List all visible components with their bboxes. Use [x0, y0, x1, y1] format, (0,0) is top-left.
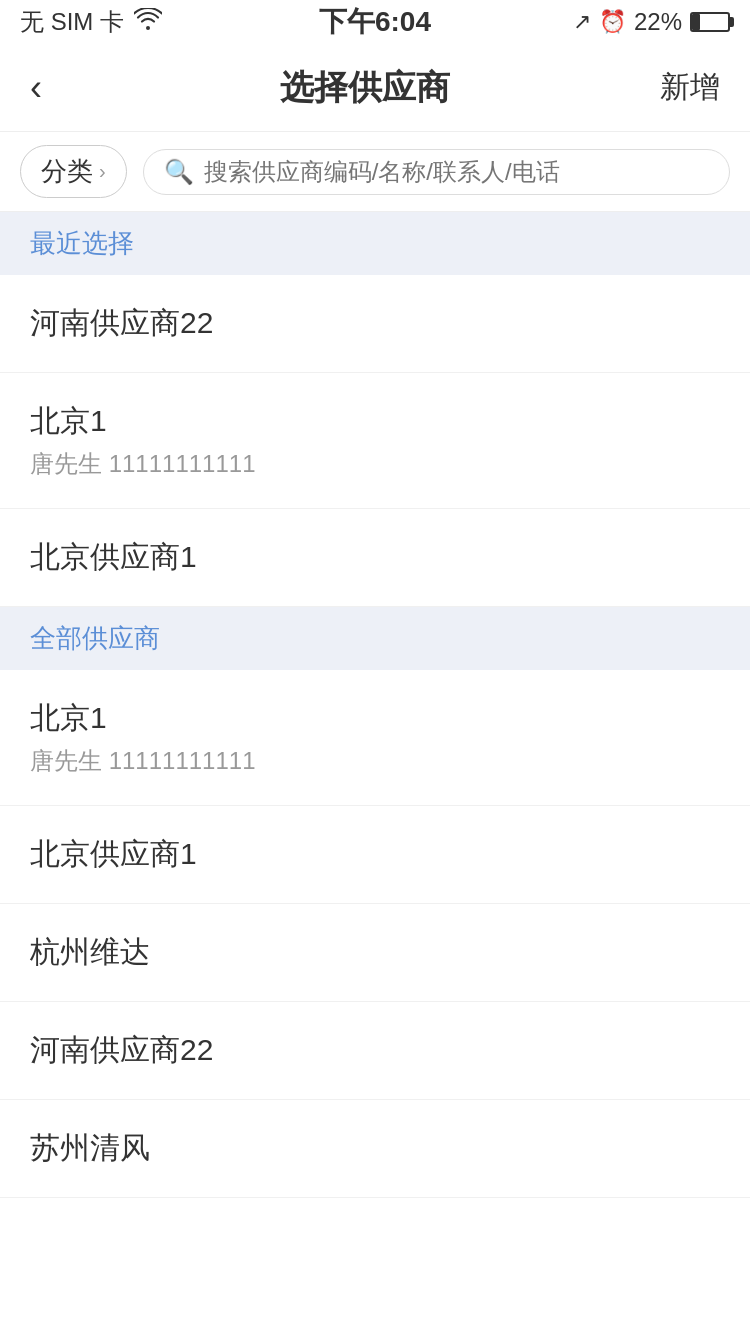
add-button[interactable]: 新增 — [640, 67, 720, 108]
item-name: 杭州维达 — [30, 932, 720, 973]
category-label: 分类 — [41, 154, 93, 189]
wifi-icon — [134, 8, 162, 36]
battery-percent: 22% — [634, 8, 682, 36]
all-items-list: 北京1 唐先生 11111111111 北京供应商1 杭州维达河南供应商22 苏州清风 — [0, 670, 750, 1198]
recent-section-header: 最近选择 — [0, 212, 750, 275]
recent-items-list: 河南供应商22 北京1 唐先生 11111111111 北京供应商1 — [0, 275, 750, 607]
item-name: 河南供应商22 — [30, 1030, 720, 1071]
list-item[interactable]: 北京供应商1 — [0, 509, 750, 607]
search-input[interactable] — [204, 158, 709, 186]
category-button[interactable]: 分类 › — [20, 145, 127, 198]
list-item[interactable]: 北京供应商1 — [0, 806, 750, 904]
filter-bar: 分类 › 🔍 — [0, 132, 750, 212]
status-time: 下午6:04 — [319, 3, 431, 41]
status-left: 无 SIM 卡 — [20, 6, 162, 38]
all-section-label: 全部供应商 — [30, 623, 160, 653]
item-name: 苏州清风 — [30, 1128, 720, 1169]
status-right: ↗ ⏰ 22% — [573, 8, 730, 36]
page-title: 选择供应商 — [280, 65, 450, 111]
status-bar: 无 SIM 卡 下午6:04 ↗ ⏰ 22% — [0, 0, 750, 44]
battery-icon — [690, 12, 730, 32]
list-item[interactable]: 苏州清风 — [0, 1100, 750, 1198]
search-icon: 🔍 — [164, 158, 194, 186]
location-icon: ↗ — [573, 9, 591, 35]
back-button[interactable]: ‹ — [30, 67, 90, 109]
item-name: 北京供应商1 — [30, 537, 720, 578]
search-box: 🔍 — [143, 149, 730, 195]
item-sub: 唐先生 11111111111 — [30, 448, 720, 480]
item-name: 河南供应商22 — [30, 303, 720, 344]
alarm-icon: ⏰ — [599, 9, 626, 35]
item-name: 北京1 — [30, 401, 720, 442]
list-item[interactable]: 北京1 唐先生 11111111111 — [0, 670, 750, 806]
nav-bar: ‹ 选择供应商 新增 — [0, 44, 750, 132]
item-sub: 唐先生 11111111111 — [30, 745, 720, 777]
list-item[interactable]: 河南供应商22 — [0, 1002, 750, 1100]
list-item[interactable]: 河南供应商22 — [0, 275, 750, 373]
list-item[interactable]: 杭州维达 — [0, 904, 750, 1002]
no-sim-label: 无 SIM 卡 — [20, 6, 124, 38]
list-item[interactable]: 北京1 唐先生 11111111111 — [0, 373, 750, 509]
item-name: 北京供应商1 — [30, 834, 720, 875]
chevron-right-icon: › — [99, 160, 106, 183]
all-section-header: 全部供应商 — [0, 607, 750, 670]
item-name: 北京1 — [30, 698, 720, 739]
recent-section-label: 最近选择 — [30, 228, 134, 258]
